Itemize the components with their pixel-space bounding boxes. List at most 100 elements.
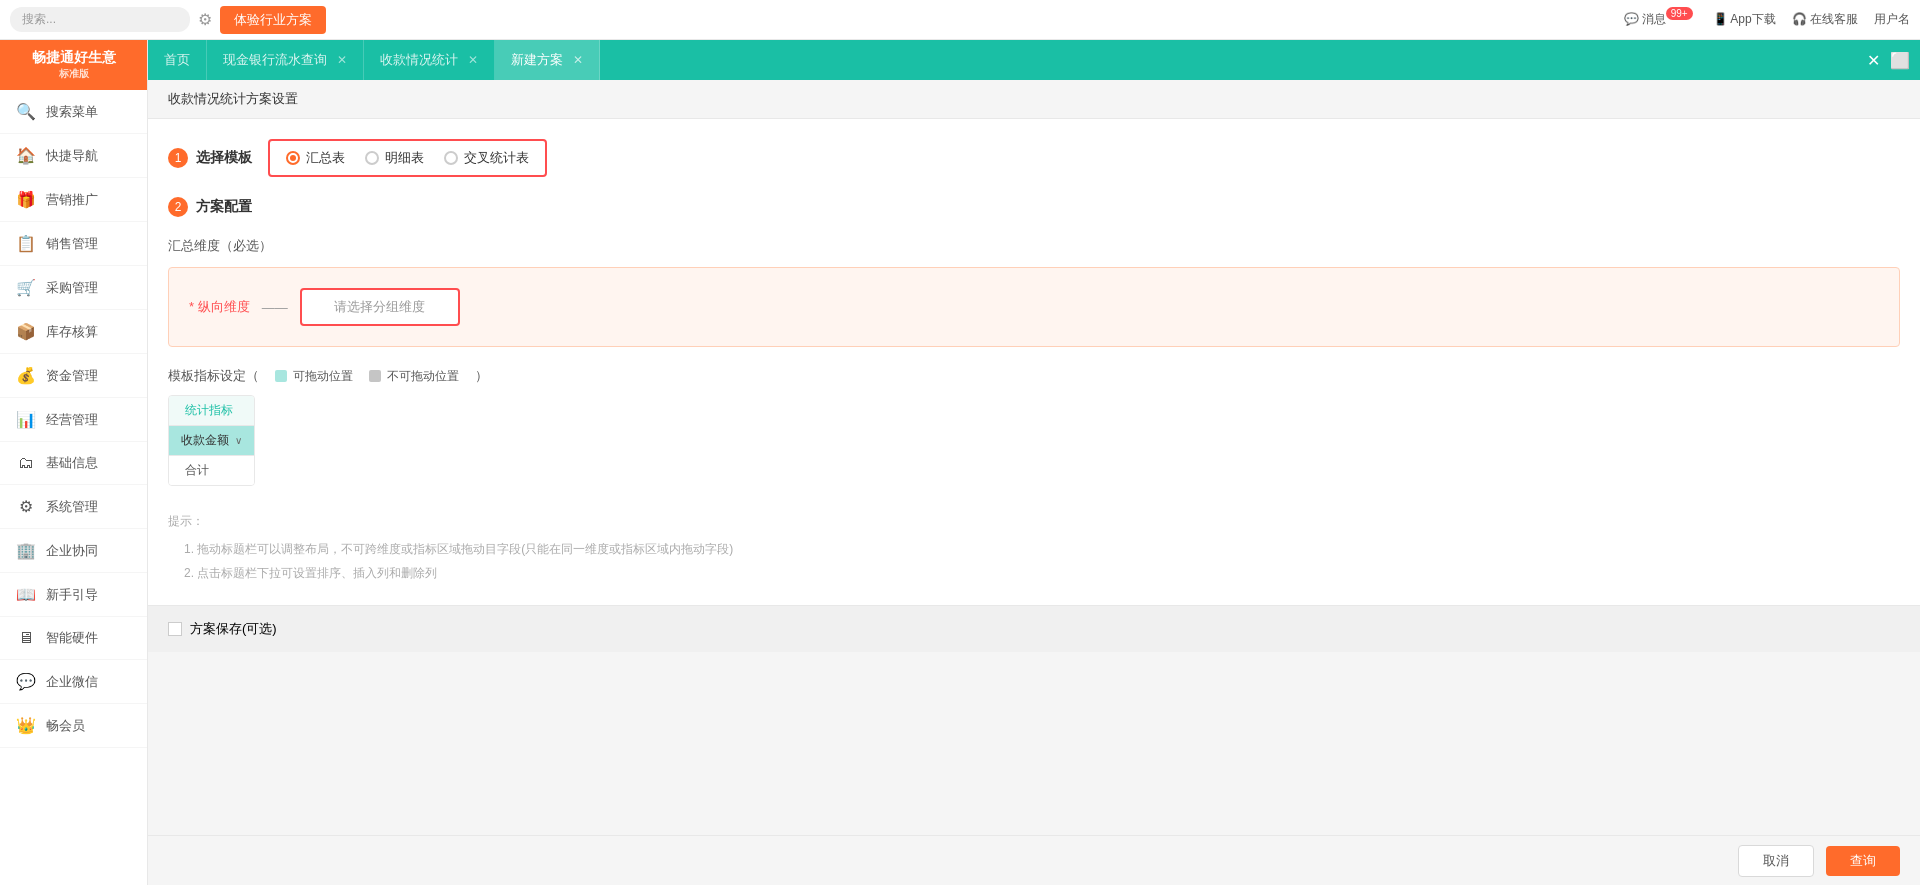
sidebar-item-operations[interactable]: 📊 经营管理 bbox=[0, 398, 147, 442]
search-menu-icon: 🔍 bbox=[16, 102, 36, 121]
sidebar-item-sales[interactable]: 📋 销售管理 bbox=[0, 222, 147, 266]
sidebar-item-label: 营销推广 bbox=[46, 191, 98, 209]
tab-new-plan[interactable]: 新建方案 ✕ bbox=[495, 40, 600, 80]
system-icon: ⚙ bbox=[16, 497, 36, 516]
non-draggable-label: 不可拖动位置 bbox=[387, 368, 459, 385]
save-checkbox[interactable] bbox=[168, 622, 182, 636]
sidebar-item-label: 销售管理 bbox=[46, 235, 98, 253]
step1-label: 选择模板 bbox=[196, 149, 252, 167]
dimension-placeholder[interactable]: 请选择分组维度 bbox=[300, 288, 460, 326]
save-option: 方案保存(可选) bbox=[148, 605, 1920, 652]
metrics-config: 模板指标设定（ 可拖动位置 不可拖动位置 ） bbox=[168, 367, 1900, 585]
draggable-indicator: 可拖动位置 bbox=[275, 368, 353, 385]
step1-badge: 1 bbox=[168, 148, 188, 168]
non-draggable-indicator: 不可拖动位置 bbox=[369, 368, 459, 385]
sidebar-logo: 畅捷通好生意 标准版 bbox=[0, 40, 147, 90]
query-button[interactable]: 查询 bbox=[1826, 846, 1900, 876]
logo-text: 畅捷通好生意 bbox=[32, 49, 116, 67]
trial-button[interactable]: 体验行业方案 bbox=[220, 6, 326, 34]
template-radio-group: 汇总表 明细表 交叉统计表 bbox=[286, 149, 529, 167]
ops-icon: 📊 bbox=[16, 410, 36, 429]
purchase-icon: 🛒 bbox=[16, 278, 36, 297]
sidebar-item-basic-info[interactable]: 🗂 基础信息 bbox=[0, 442, 147, 485]
radio-detail-circle bbox=[365, 151, 379, 165]
main-content: 首页 现金银行流水查询 ✕ 收款情况统计 ✕ 新建方案 ✕ ✕ ⬜ 收款情况统计… bbox=[148, 40, 1920, 885]
metrics-tag-collection[interactable]: 收款金额 ∨ bbox=[169, 426, 254, 456]
cancel-button[interactable]: 取消 bbox=[1738, 845, 1814, 877]
sidebar-item-label: 畅会员 bbox=[46, 717, 85, 735]
inventory-icon: 📦 bbox=[16, 322, 36, 341]
bottom-bar: 取消 查询 bbox=[148, 835, 1920, 885]
top-bar-left: 搜索... ⚙ 体验行业方案 bbox=[10, 6, 1616, 34]
username-label[interactable]: 用户名 bbox=[1874, 11, 1910, 28]
tab-bar: 首页 现金银行流水查询 ✕ 收款情况统计 ✕ 新建方案 ✕ ✕ ⬜ bbox=[148, 40, 1920, 80]
sidebar-item-system[interactable]: ⚙ 系统管理 bbox=[0, 485, 147, 529]
window-maximize-icon[interactable]: ⬜ bbox=[1890, 51, 1910, 70]
download-link[interactable]: 📱 App下载 bbox=[1713, 11, 1776, 28]
step2-row: 2 方案配置 bbox=[168, 197, 1900, 217]
sidebar-item-purchase[interactable]: 🛒 采购管理 bbox=[0, 266, 147, 310]
sidebar-item-hardware[interactable]: 🖥 智能硬件 bbox=[0, 617, 147, 660]
non-draggable-dot bbox=[369, 370, 381, 382]
sidebar-item-member[interactable]: 👑 畅会员 bbox=[0, 704, 147, 748]
tab-bank-flow[interactable]: 现金银行流水查询 ✕ bbox=[207, 40, 364, 80]
metrics-table: 统计指标 收款金额 ∨ 合计 bbox=[168, 395, 255, 486]
radio-detail[interactable]: 明细表 bbox=[365, 149, 424, 167]
step2-label: 方案配置 bbox=[196, 198, 252, 216]
sidebar-item-label: 库存核算 bbox=[46, 323, 98, 341]
config-section: 汇总维度（必选） * 纵向维度 —— 请选择分组维度 模板指标设定（ bbox=[168, 237, 1900, 585]
sidebar-item-label: 搜索菜单 bbox=[46, 103, 98, 121]
finance-icon: 💰 bbox=[16, 366, 36, 385]
metrics-tag-arrow: ∨ bbox=[235, 435, 242, 446]
sidebar-item-label: 系统管理 bbox=[46, 498, 98, 516]
metrics-title-suffix: ） bbox=[475, 367, 488, 385]
edition-label: 标准版 bbox=[59, 67, 89, 81]
tab-collection-stats-label: 收款情况统计 bbox=[380, 51, 458, 69]
sidebar-item-label: 采购管理 bbox=[46, 279, 98, 297]
top-bar: 搜索... ⚙ 体验行业方案 💬 消息 99+ 📱 App下载 🎧 在线客服 用… bbox=[0, 0, 1920, 40]
sidebar-item-label: 企业微信 bbox=[46, 673, 98, 691]
sidebar-item-label: 快捷导航 bbox=[46, 147, 98, 165]
sidebar-item-inventory[interactable]: 📦 库存核算 bbox=[0, 310, 147, 354]
metrics-title-prefix: 模板指标设定（ bbox=[168, 367, 259, 385]
draggable-dot bbox=[275, 370, 287, 382]
tab-bank-flow-close[interactable]: ✕ bbox=[337, 53, 347, 67]
tips-section: 提示： 1. 拖动标题栏可以调整布局，不可跨维度或指标区域拖动目字段(只能在同一… bbox=[168, 509, 1900, 585]
tab-collection-stats[interactable]: 收款情况统计 ✕ bbox=[364, 40, 495, 80]
tab-new-plan-close[interactable]: ✕ bbox=[573, 53, 583, 67]
info-icon: 🗂 bbox=[16, 454, 36, 472]
radio-summary[interactable]: 汇总表 bbox=[286, 149, 345, 167]
sidebar-item-wechat[interactable]: 💬 企业微信 bbox=[0, 660, 147, 704]
sidebar-item-finance[interactable]: 💰 资金管理 bbox=[0, 354, 147, 398]
dimension-area: * 纵向维度 —— 请选择分组维度 bbox=[168, 267, 1900, 347]
message-area[interactable]: 💬 消息 99+ bbox=[1624, 11, 1697, 28]
enterprise-icon: 🏢 bbox=[16, 541, 36, 560]
sidebar-item-enterprise[interactable]: 🏢 企业协同 bbox=[0, 529, 147, 573]
metrics-tag-label: 收款金额 bbox=[181, 432, 229, 449]
metrics-section-label: 统计指标 bbox=[169, 396, 254, 426]
support-link[interactable]: 🎧 在线客服 bbox=[1792, 11, 1858, 28]
tab-home[interactable]: 首页 bbox=[148, 40, 207, 80]
draggable-label: 可拖动位置 bbox=[293, 368, 353, 385]
tab-home-label: 首页 bbox=[164, 51, 190, 69]
sidebar-item-search-menu[interactable]: 🔍 搜索菜单 bbox=[0, 90, 147, 134]
sidebar-item-marketing[interactable]: 🎁 营销推广 bbox=[0, 178, 147, 222]
dimension-title: 汇总维度（必选） bbox=[168, 237, 1900, 255]
form-section: 1 选择模板 汇总表 明细表 bbox=[148, 119, 1920, 605]
sidebar-item-quick-nav[interactable]: 🏠 快捷导航 bbox=[0, 134, 147, 178]
search-bar[interactable]: 搜索... bbox=[10, 7, 190, 32]
sidebar-item-label: 企业协同 bbox=[46, 542, 98, 560]
radio-cross[interactable]: 交叉统计表 bbox=[444, 149, 529, 167]
sidebar-item-label: 经营管理 bbox=[46, 411, 98, 429]
tab-collection-stats-close[interactable]: ✕ bbox=[468, 53, 478, 67]
sidebar-item-guide[interactable]: 📖 新手引导 bbox=[0, 573, 147, 617]
guide-icon: 📖 bbox=[16, 585, 36, 604]
page-title: 收款情况统计方案设置 bbox=[148, 80, 1920, 119]
content-area: 收款情况统计方案设置 1 选择模板 汇总表 bbox=[148, 80, 1920, 835]
home-icon: 🏠 bbox=[16, 146, 36, 165]
sidebar-item-label: 基础信息 bbox=[46, 454, 98, 472]
tip-2: 2. 点击标题栏下拉可设置排序、插入列和删除列 bbox=[168, 561, 1900, 585]
window-close-icon[interactable]: ✕ bbox=[1867, 51, 1880, 70]
gear-icon[interactable]: ⚙ bbox=[198, 10, 212, 29]
radio-summary-circle bbox=[286, 151, 300, 165]
